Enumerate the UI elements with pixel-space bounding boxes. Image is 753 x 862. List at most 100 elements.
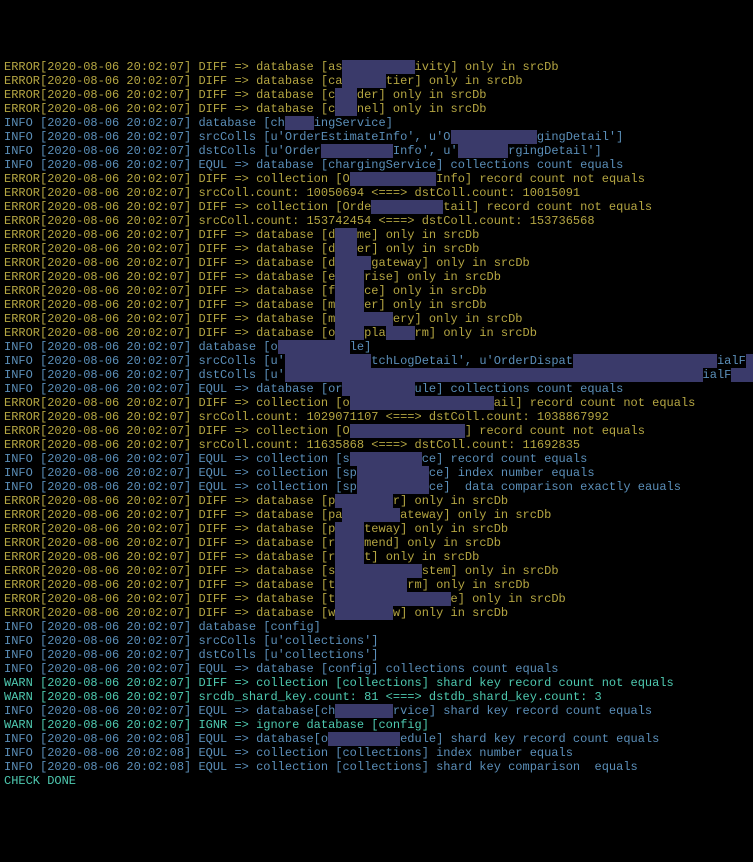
log-message: database [o le]: [198, 340, 371, 354]
log-timestamp: [2020-08-06 20:02:07]: [40, 228, 191, 242]
log-message: DIFF => database [c nel] only in srcDb: [198, 102, 486, 116]
log-line: WARN [2020-08-06 20:02:07] DIFF => colle…: [4, 676, 749, 690]
log-line: ERROR[2020-08-06 20:02:07] DIFF => datab…: [4, 592, 749, 606]
log-level: ERROR: [4, 60, 40, 74]
log-level: INFO: [4, 158, 40, 172]
log-level: ERROR: [4, 522, 40, 536]
log-line: ERROR[2020-08-06 20:02:07] DIFF => datab…: [4, 102, 749, 116]
log-line: INFO [2020-08-06 20:02:07] database [o l…: [4, 340, 749, 354]
log-timestamp: [2020-08-06 20:02:08]: [40, 746, 191, 760]
log-line: ERROR[2020-08-06 20:02:07] DIFF => datab…: [4, 256, 749, 270]
log-line: INFO [2020-08-06 20:02:07] srcColls [u'O…: [4, 130, 749, 144]
log-timestamp: [2020-08-06 20:02:07]: [40, 536, 191, 550]
log-line: INFO [2020-08-06 20:02:07] EQUL => colle…: [4, 452, 749, 466]
log-level: ERROR: [4, 508, 40, 522]
log-message: DIFF => database [d gateway] only in src…: [198, 256, 529, 270]
log-level: ERROR: [4, 396, 40, 410]
log-message: DIFF => database [r mend] only in srcDb: [198, 536, 500, 550]
log-message: srcdb_shard_key.count: 81 <===> dstdb_sh…: [198, 690, 601, 704]
log-message: srcColl.count: 153742454 <===> dstColl.c…: [198, 214, 594, 228]
log-line: INFO [2020-08-06 20:02:07] EQUL => colle…: [4, 480, 749, 494]
log-level: ERROR: [4, 200, 40, 214]
log-line: INFO [2020-08-06 20:02:07] dstColls [u'c…: [4, 648, 749, 662]
log-timestamp: [2020-08-06 20:02:07]: [40, 438, 191, 452]
log-line: INFO [2020-08-06 20:02:07] dstColls [u'O…: [4, 144, 749, 158]
log-timestamp: [2020-08-06 20:02:07]: [40, 606, 191, 620]
log-message: EQUL => database [chargingService] colle…: [198, 158, 623, 172]
log-timestamp: [2020-08-06 20:02:07]: [40, 522, 191, 536]
log-level: INFO: [4, 704, 40, 718]
log-timestamp: [2020-08-06 20:02:07]: [40, 200, 191, 214]
log-message: srcColls [u'collections']: [198, 634, 378, 648]
log-timestamp: [2020-08-06 20:02:07]: [40, 410, 191, 424]
log-level: WARN: [4, 690, 40, 704]
log-level: INFO: [4, 634, 40, 648]
log-line: ERROR[2020-08-06 20:02:07] DIFF => datab…: [4, 74, 749, 88]
log-timestamp: [2020-08-06 20:02:07]: [40, 116, 191, 130]
log-timestamp: [2020-08-06 20:02:07]: [40, 424, 191, 438]
log-timestamp: [2020-08-06 20:02:08]: [40, 760, 191, 774]
log-level: ERROR: [4, 284, 40, 298]
log-message: dstColls [u'collections']: [198, 648, 378, 662]
log-level: INFO: [4, 340, 40, 354]
log-message: IGNR => ignore database [config]: [198, 718, 428, 732]
log-timestamp: [2020-08-06 20:02:07]: [40, 564, 191, 578]
log-message: DIFF => database [p teway] only in srcDb: [198, 522, 508, 536]
log-level: ERROR: [4, 550, 40, 564]
log-level: INFO: [4, 368, 40, 382]
log-message: EQUL => database [config] collections co…: [198, 662, 558, 676]
log-timestamp: [2020-08-06 20:02:07]: [40, 256, 191, 270]
log-line: ERROR[2020-08-06 20:02:07] DIFF => datab…: [4, 284, 749, 298]
log-message: DIFF => database [m er] only in srcDb: [198, 298, 486, 312]
log-level: INFO: [4, 130, 40, 144]
log-line: INFO [2020-08-06 20:02:08] EQUL => datab…: [4, 732, 749, 746]
log-message: EQUL => database [or ule] collections co…: [198, 382, 623, 396]
log-message: DIFF => database [d me] only in srcDb: [198, 228, 479, 242]
log-message: srcColls [u'OrderEstimateInfo', u'O ging…: [198, 130, 623, 144]
log-level: INFO: [4, 746, 40, 760]
log-message: DIFF => database [d er] only in srcDb: [198, 242, 479, 256]
log-level: INFO: [4, 452, 40, 466]
log-message: DIFF => database [pa ateway] only in src…: [198, 508, 551, 522]
log-level: ERROR: [4, 312, 40, 326]
log-line: ERROR[2020-08-06 20:02:07] DIFF => datab…: [4, 606, 749, 620]
log-line: ERROR[2020-08-06 20:02:07] DIFF => colle…: [4, 396, 749, 410]
log-level: WARN: [4, 676, 40, 690]
log-line: INFO [2020-08-06 20:02:07] database [con…: [4, 620, 749, 634]
log-level: ERROR: [4, 438, 40, 452]
log-timestamp: [2020-08-06 20:02:07]: [40, 368, 191, 382]
log-timestamp: [2020-08-06 20:02:07]: [40, 690, 191, 704]
log-timestamp: [2020-08-06 20:02:07]: [40, 718, 191, 732]
log-message: DIFF => collection [Orde tail] record co…: [198, 200, 652, 214]
log-level: ERROR: [4, 564, 40, 578]
log-level: INFO: [4, 760, 40, 774]
log-line: ERROR[2020-08-06 20:02:07] DIFF => datab…: [4, 228, 749, 242]
log-level: ERROR: [4, 228, 40, 242]
log-timestamp: [2020-08-06 20:02:07]: [40, 452, 191, 466]
log-message: database [ch ingService]: [198, 116, 392, 130]
log-message: DIFF => database [t rm] only in srcDb: [198, 578, 529, 592]
log-line: ERROR[2020-08-06 20:02:07] DIFF => datab…: [4, 494, 749, 508]
log-line: ERROR[2020-08-06 20:02:07] srcColl.count…: [4, 438, 749, 452]
log-message: DIFF => database [f ce] only in srcDb: [198, 284, 486, 298]
log-message: DIFF => database [as ivity] only in srcD…: [198, 60, 558, 74]
log-timestamp: [2020-08-06 20:02:07]: [40, 214, 191, 228]
log-timestamp: [2020-08-06 20:02:07]: [40, 270, 191, 284]
log-timestamp: [2020-08-06 20:02:07]: [40, 494, 191, 508]
log-line: ERROR[2020-08-06 20:02:07] DIFF => datab…: [4, 550, 749, 564]
log-message: database [config]: [198, 620, 320, 634]
log-line: INFO [2020-08-06 20:02:07] srcColls [u' …: [4, 354, 749, 368]
log-message: EQUL => collection [collections] shard k…: [198, 760, 637, 774]
log-message: srcColl.count: 10050694 <===> dstColl.co…: [198, 186, 580, 200]
log-level: INFO: [4, 732, 40, 746]
log-line: WARN [2020-08-06 20:02:07] srcdb_shard_k…: [4, 690, 749, 704]
log-timestamp: [2020-08-06 20:02:07]: [40, 704, 191, 718]
log-timestamp: [2020-08-06 20:02:07]: [40, 466, 191, 480]
log-line: ERROR[2020-08-06 20:02:07] DIFF => datab…: [4, 508, 749, 522]
log-line: ERROR[2020-08-06 20:02:07] DIFF => datab…: [4, 312, 749, 326]
log-message: DIFF => database [s stem] only in srcDb: [198, 564, 558, 578]
log-line: ERROR[2020-08-06 20:02:07] srcColl.count…: [4, 186, 749, 200]
log-timestamp: [2020-08-06 20:02:07]: [40, 662, 191, 676]
log-level: ERROR: [4, 172, 40, 186]
log-timestamp: [2020-08-06 20:02:07]: [40, 382, 191, 396]
